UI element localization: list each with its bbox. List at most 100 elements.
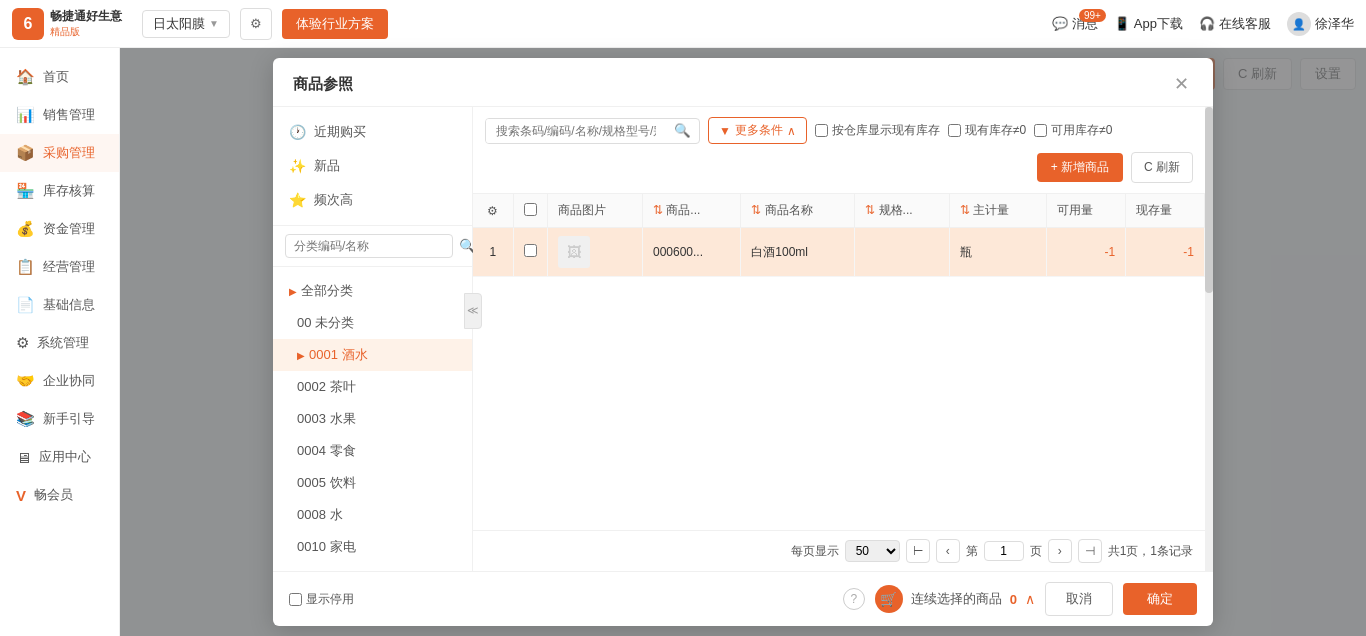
add-product-button[interactable]: + 新增商品 [1037, 153, 1123, 182]
sidebar-item-sales[interactable]: 📊 销售管理 [0, 96, 119, 134]
row-name: 白酒100ml [741, 228, 855, 277]
cat-0003[interactable]: 0003 水果 [273, 403, 472, 435]
col-name-header[interactable]: ⇅ 商品名称 [741, 194, 855, 228]
checkbox-available-stock[interactable]: 可用库存≠0 [1034, 122, 1112, 139]
pagination-bar: 每页显示 50 10 20 100 ⊢ ‹ 第 页 [473, 530, 1205, 571]
finance-icon: 💰 [16, 220, 35, 238]
confirm-button[interactable]: 确定 [1123, 583, 1197, 615]
sidebar-item-system[interactable]: ⚙ 系统管理 [0, 324, 119, 362]
phone-icon: 📱 [1114, 16, 1130, 31]
per-page-select[interactable]: 50 10 20 100 [845, 540, 900, 562]
checkbox-existing-stock[interactable]: 现有库存≠0 [948, 122, 1026, 139]
show-disabled-checkbox[interactable]: 显示停用 [289, 591, 354, 608]
quick-tab-new[interactable]: ✨ 新品 [273, 149, 472, 183]
headset-icon: 🎧 [1199, 16, 1215, 31]
message-badge: 99+ [1079, 9, 1106, 22]
sidebar-item-operations[interactable]: 📋 经营管理 [0, 248, 119, 286]
row-available: -1 [1047, 228, 1126, 277]
col-unit-header[interactable]: ⇅ 主计量 [949, 194, 1046, 228]
store-selector[interactable]: 日太阳膜 ▼ [142, 10, 230, 38]
filter-arrow-icon: ∧ [787, 124, 796, 138]
cancel-button[interactable]: 取消 [1045, 582, 1113, 616]
system-icon: ⚙ [16, 334, 29, 352]
sidebar-item-basic-info[interactable]: 📄 基础信息 [0, 286, 119, 324]
product-search-input[interactable] [486, 119, 666, 143]
sidebar-item-finance[interactable]: 💰 资金管理 [0, 210, 119, 248]
quick-tab-frequent[interactable]: ⭐ 频次高 [273, 183, 472, 217]
cat-0002[interactable]: 0002 茶叶 [273, 371, 472, 403]
modal-body: 🕐 近期购买 ✨ 新品 ⭐ 频次高 [273, 107, 1213, 571]
cat-all[interactable]: ▶ 全部分类 [273, 275, 472, 307]
messages-button[interactable]: 💬 消息 99+ [1052, 15, 1098, 33]
sidebar-item-apps[interactable]: 🖥 应用中心 [0, 438, 119, 476]
sidebar-item-inventory[interactable]: 🏪 库存核算 [0, 172, 119, 210]
page-number-input[interactable] [984, 541, 1024, 561]
prev-page-button[interactable]: ‹ [936, 539, 960, 563]
active-arrow-icon: ▶ [297, 350, 305, 361]
row-stock: -1 [1126, 228, 1205, 277]
avatar: 👤 [1287, 12, 1311, 36]
cat-0010[interactable]: 0010 家电 [273, 531, 472, 563]
product-toolbar: 🔍 ▼ 更多条件 ∧ 按仓库显示现有库存 [473, 107, 1205, 194]
cat-0005[interactable]: 0005 饮料 [273, 467, 472, 499]
sidebar-item-guide[interactable]: 📚 新手引导 [0, 400, 119, 438]
sidebar-item-purchase[interactable]: 📦 采购管理 [0, 134, 119, 172]
last-page-button[interactable]: ⊣ [1078, 539, 1102, 563]
sort-icon: ⇅ [865, 203, 875, 217]
sales-icon: 📊 [16, 106, 35, 124]
quick-tab-recent[interactable]: 🕐 近期购买 [273, 115, 472, 149]
col-spec-header[interactable]: ⇅ 规格... [855, 194, 950, 228]
table-row[interactable]: 1 🖼 [473, 228, 1205, 277]
checkbox-warehouse-stock[interactable]: 按仓库显示现有库存 [815, 122, 940, 139]
logo-text: 畅捷通好生意 精品版 [50, 8, 122, 39]
cat-0001[interactable]: ▶ 0001 酒水 [273, 339, 472, 371]
sort-icon: ⇅ [751, 203, 761, 217]
trial-button[interactable]: 体验行业方案 [282, 9, 388, 39]
modal-right-panel: 🔍 ▼ 更多条件 ∧ 按仓库显示现有库存 [473, 107, 1205, 571]
category-search-input[interactable] [285, 234, 453, 258]
basic-info-icon: 📄 [16, 296, 35, 314]
modal-header: 商品参照 ✕ [273, 58, 1213, 107]
panel-collapse-button[interactable]: ≪ [464, 293, 482, 329]
help-icon-button[interactable]: ? [843, 588, 865, 610]
scroll-track [1205, 107, 1213, 571]
sidebar-item-enterprise[interactable]: 🤝 企业协同 [0, 362, 119, 400]
sort-icon: ⇅ [960, 203, 970, 217]
sidebar-item-home[interactable]: 🏠 首页 [0, 58, 119, 96]
col-code-header[interactable]: ⇅ 商品... [642, 194, 740, 228]
next-page-button[interactable]: › [1048, 539, 1072, 563]
row-checkbox[interactable] [513, 228, 547, 277]
modal-title: 商品参照 [293, 75, 353, 94]
main-layout: 🏠 首页 📊 销售管理 📦 采购管理 🏪 库存核算 💰 资金管理 📋 经营管理 … [0, 48, 1366, 636]
user-menu[interactable]: 👤 徐泽华 [1287, 12, 1354, 36]
product-table-container: ⚙ 商品图片 ⇅ [473, 194, 1205, 530]
more-filter-button[interactable]: ▼ 更多条件 ∧ [708, 117, 807, 144]
app-download-button[interactable]: 📱 App下载 [1114, 15, 1183, 33]
cat-0008[interactable]: 0008 水 [273, 499, 472, 531]
cart-area: 🛒 连续选择的商品 0 ∧ [875, 585, 1035, 613]
product-search-bar: 🔍 [485, 118, 700, 144]
cart-count: 0 [1010, 592, 1017, 607]
modal-footer: 显示停用 ? 🛒 连续选择的商品 0 ∧ 取消 确定 [273, 571, 1213, 626]
scroll-thumb[interactable] [1205, 107, 1213, 293]
product-search-button[interactable]: 🔍 [666, 119, 699, 142]
settings-button[interactable]: ⚙ [240, 8, 272, 40]
sidebar-item-membership[interactable]: V 畅会员 [0, 476, 119, 514]
cart-button[interactable]: 🛒 [875, 585, 903, 613]
home-icon: 🏠 [16, 68, 35, 86]
cat-0004[interactable]: 0004 零食 [273, 435, 472, 467]
select-all-checkbox[interactable] [524, 203, 537, 216]
online-service-button[interactable]: 🎧 在线客服 [1199, 15, 1271, 33]
col-settings[interactable]: ⚙ [473, 194, 513, 228]
cat-00[interactable]: 00 未分类 [273, 307, 472, 339]
modal-overlay: 商品参照 ✕ 🕐 近期购买 ✨ [120, 48, 1366, 636]
refresh-button[interactable]: C 刷新 [1131, 152, 1193, 183]
modal-close-button[interactable]: ✕ [1169, 72, 1193, 96]
first-page-button[interactable]: ⊢ [906, 539, 930, 563]
cat-arrow-icon: ▶ [289, 286, 297, 297]
cart-collapse-icon[interactable]: ∧ [1025, 591, 1035, 607]
operations-icon: 📋 [16, 258, 35, 276]
nav-right: 💬 消息 99+ 📱 App下载 🎧 在线客服 👤 徐泽华 [1052, 12, 1354, 36]
row-index: 1 [473, 228, 513, 277]
sidebar: 🏠 首页 📊 销售管理 📦 采购管理 🏪 库存核算 💰 资金管理 📋 经营管理 … [0, 48, 120, 636]
